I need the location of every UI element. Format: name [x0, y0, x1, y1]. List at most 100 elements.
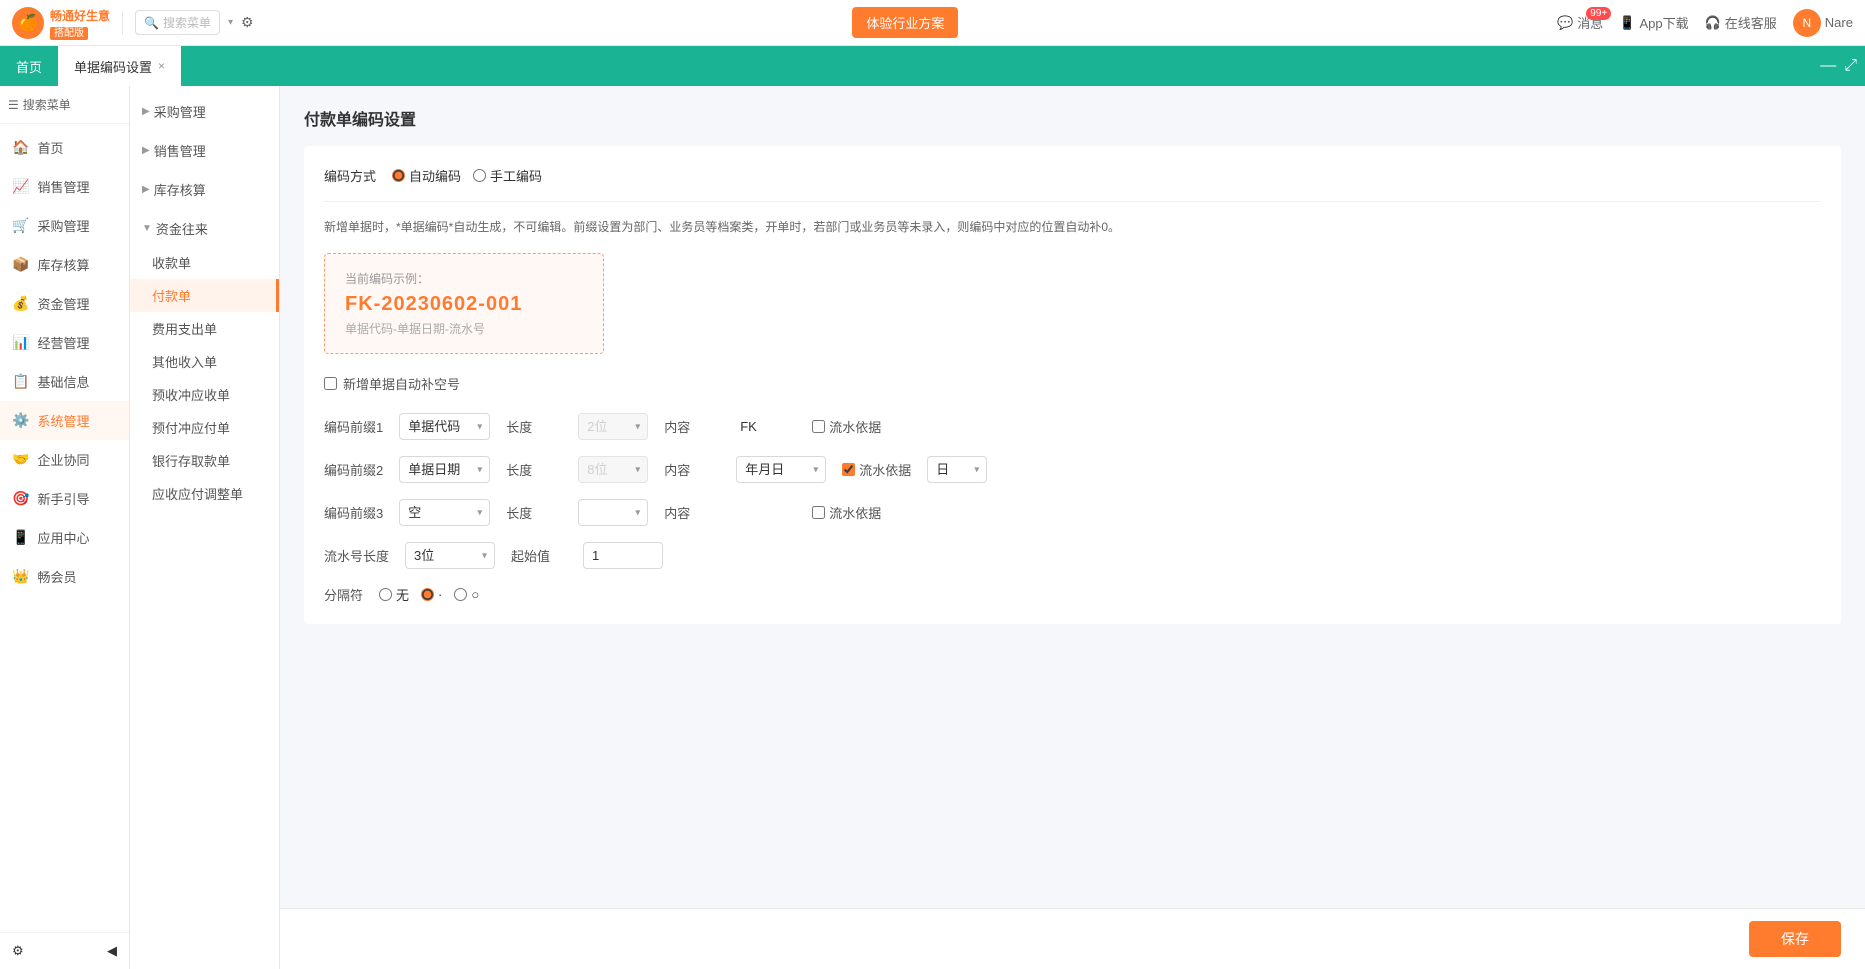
length-2-select[interactable]: 8位 [578, 456, 648, 483]
sub-nav-sales: ▶ 销售管理 [130, 133, 279, 168]
main-layout: ☰ 搜索菜单 🏠 首页 📈 销售管理 🛒 采购管理 📦 库存核算 💰 资 [0, 86, 1865, 969]
start-value-input[interactable] [583, 542, 663, 569]
start-value-label: 起始值 [511, 546, 567, 565]
serial-2-input[interactable] [842, 463, 855, 476]
sub-nav-adjustment[interactable]: 应收应付调整单 [130, 477, 279, 510]
capital-arrow-icon: ▼ [142, 223, 152, 234]
prefix-2-select-wrapper: 单据日期 空 单据代码 部门 [399, 456, 490, 483]
prefix-1-select-wrapper: 单据代码 空 部门 业务员 [399, 413, 490, 440]
home-icon: 🏠 [12, 139, 29, 156]
sidebar-item-home[interactable]: 🏠 首页 [0, 128, 129, 167]
user-avatar[interactable]: N Nare [1793, 9, 1853, 37]
sub-nav-payment[interactable]: 付款单 [130, 279, 279, 312]
sidebar-item-basic[interactable]: 📋 基础信息 [0, 362, 129, 401]
online-service-button[interactable]: 🎧 在线客服 [1705, 13, 1777, 32]
sub-nav-bank[interactable]: 银行存取款单 [130, 444, 279, 477]
length-1-select[interactable]: 2位 [578, 413, 648, 440]
sidebar-item-sales[interactable]: 📈 销售管理 [0, 167, 129, 206]
sub-sidebar: ▶ 采购管理 ▶ 销售管理 ▶ 库存核算 ▼ 资金往来 收款单 付款单 费用支出… [130, 86, 280, 969]
dropdown-arrow-icon[interactable]: ▾ [228, 17, 233, 28]
newbie-icon: 🎯 [12, 490, 29, 507]
sidebar-item-vip[interactable]: 👑 畅会员 [0, 557, 129, 596]
sub-nav-capital-header[interactable]: ▼ 资金往来 [130, 211, 279, 246]
encoding-radio-group: 自动编码 手工编码 [392, 166, 542, 185]
tab-close-icon[interactable]: × [158, 59, 165, 73]
prefix-1-select[interactable]: 单据代码 空 部门 业务员 [399, 413, 490, 440]
serial-3-label: 流水依据 [829, 503, 881, 522]
finance-icon: 💰 [12, 295, 29, 312]
sidebar-item-system[interactable]: ⚙️ 系统管理 [0, 401, 129, 440]
preview-code: FK-20230602-001 [345, 293, 583, 316]
sidebar-item-newbie[interactable]: 🎯 新手引导 [0, 479, 129, 518]
serial-2-label: 流水依据 [859, 460, 911, 479]
period-select[interactable]: 日 月 年 [927, 456, 987, 483]
separator-none-label: 无 [396, 585, 409, 604]
sidebar-item-finance[interactable]: 💰 资金管理 [0, 284, 129, 323]
message-icon: 💬 [1557, 15, 1573, 31]
sub-nav-receipts[interactable]: 收款单 [130, 246, 279, 279]
separator-none[interactable]: 无 [379, 585, 409, 604]
tab-home[interactable]: 首页 [0, 46, 58, 86]
sub-nav-capital: ▼ 资金往来 收款单 付款单 费用支出单 其他收入单 预收冲应收单 预付冲应付单… [130, 211, 279, 510]
separator-dot[interactable]: · [421, 587, 442, 602]
sub-nav-prepay-payable[interactable]: 预付冲应付单 [130, 411, 279, 444]
sub-nav-other-income[interactable]: 其他收入单 [130, 345, 279, 378]
bottom-bar: 保存 [280, 908, 1865, 969]
sidebar-bottom: ⚙ ◀ [0, 932, 129, 969]
tab-encoding-settings[interactable]: 单据编码设置 × [58, 46, 181, 86]
maximize-icon[interactable]: ⤢ [1844, 57, 1857, 75]
auto-encoding-label: 自动编码 [409, 166, 461, 185]
home-tab-label: 首页 [16, 57, 42, 76]
length-1-label: 长度 [506, 417, 562, 436]
sidebar-item-inventory[interactable]: 📦 库存核算 [0, 245, 129, 284]
sub-nav-purchase-header[interactable]: ▶ 采购管理 [130, 94, 279, 129]
manual-encoding-radio[interactable]: 手工编码 [473, 166, 542, 185]
sub-nav-sales-header[interactable]: ▶ 销售管理 [130, 133, 279, 168]
tab-bar-actions: — ⤢ [1820, 57, 1865, 75]
avatar: N [1793, 9, 1821, 37]
minimize-icon[interactable]: — [1820, 57, 1836, 75]
apps-icon: 📱 [12, 529, 29, 546]
message-button[interactable]: 💬 消息 99+ [1557, 13, 1603, 32]
sidebar-item-enterprise[interactable]: 🤝 企业协同 [0, 440, 129, 479]
sidebar-item-apps[interactable]: 📱 应用中心 [0, 518, 129, 557]
auto-fill-checkbox[interactable] [324, 377, 337, 390]
sidebar-item-purchase[interactable]: 🛒 采购管理 [0, 206, 129, 245]
sidebar: ☰ 搜索菜单 🏠 首页 📈 销售管理 🛒 采购管理 📦 库存核算 💰 资 [0, 86, 130, 969]
serial-length-select[interactable]: 3位 4位 5位 6位 [405, 542, 495, 569]
purchase-icon: 🛒 [12, 217, 29, 234]
auto-encoding-radio[interactable]: 自动编码 [392, 166, 461, 185]
serial-1-input[interactable] [812, 420, 825, 433]
sidebar-search[interactable]: ☰ 搜索菜单 [0, 86, 129, 124]
basic-icon: 📋 [12, 373, 29, 390]
length-3-select[interactable]: 2位 4位 [578, 499, 648, 526]
length-2-select-wrapper: 8位 [578, 456, 648, 483]
period-select-wrapper: 日 月 年 [927, 456, 987, 483]
settings-icon[interactable]: ⚙ [12, 943, 24, 959]
serial-length-select-wrapper: 3位 4位 5位 6位 [405, 542, 495, 569]
prefix-2-select[interactable]: 单据日期 空 单据代码 部门 [399, 456, 490, 483]
auto-fill-row: 新增单据自动补空号 [324, 374, 1821, 393]
gear-icon[interactable]: ⚙ [241, 14, 254, 31]
content-2-select[interactable]: 年月日 年月 年 [736, 456, 826, 483]
prefix-3-select-wrapper: 空 单据代码 单据日期 部门 [399, 499, 490, 526]
serial-3-input[interactable] [812, 506, 825, 519]
username: Nare [1825, 15, 1853, 30]
sidebar-item-operations[interactable]: 📊 经营管理 [0, 323, 129, 362]
sub-nav-expense[interactable]: 费用支出单 [130, 312, 279, 345]
collapse-icon[interactable]: ◀ [107, 943, 117, 959]
headset-icon: 🎧 [1705, 15, 1721, 31]
settings-panel: 编码方式 自动编码 手工编码 新增单据时，*单据编码*自动生成，不可编辑。前缀设… [304, 146, 1841, 624]
app-download-button[interactable]: 📱 App下载 [1619, 13, 1688, 32]
logo: 🍊 畅通好生意 搭配版 [12, 7, 110, 39]
prefix-3-select[interactable]: 空 单据代码 单据日期 部门 [399, 499, 490, 526]
sub-nav-inventory-header[interactable]: ▶ 库存核算 [130, 172, 279, 207]
separator-circle[interactable]: ○ [454, 587, 479, 602]
search-bar[interactable]: 🔍 搜索菜单 [135, 10, 220, 35]
operations-icon: 📊 [12, 334, 29, 351]
trial-button[interactable]: 体验行业方案 [852, 7, 958, 38]
system-icon: ⚙️ [12, 412, 29, 429]
sub-nav-prepay-receivable[interactable]: 预收冲应收单 [130, 378, 279, 411]
separator-row: 分隔符 无 · ○ [324, 585, 1821, 604]
save-button[interactable]: 保存 [1749, 921, 1841, 957]
